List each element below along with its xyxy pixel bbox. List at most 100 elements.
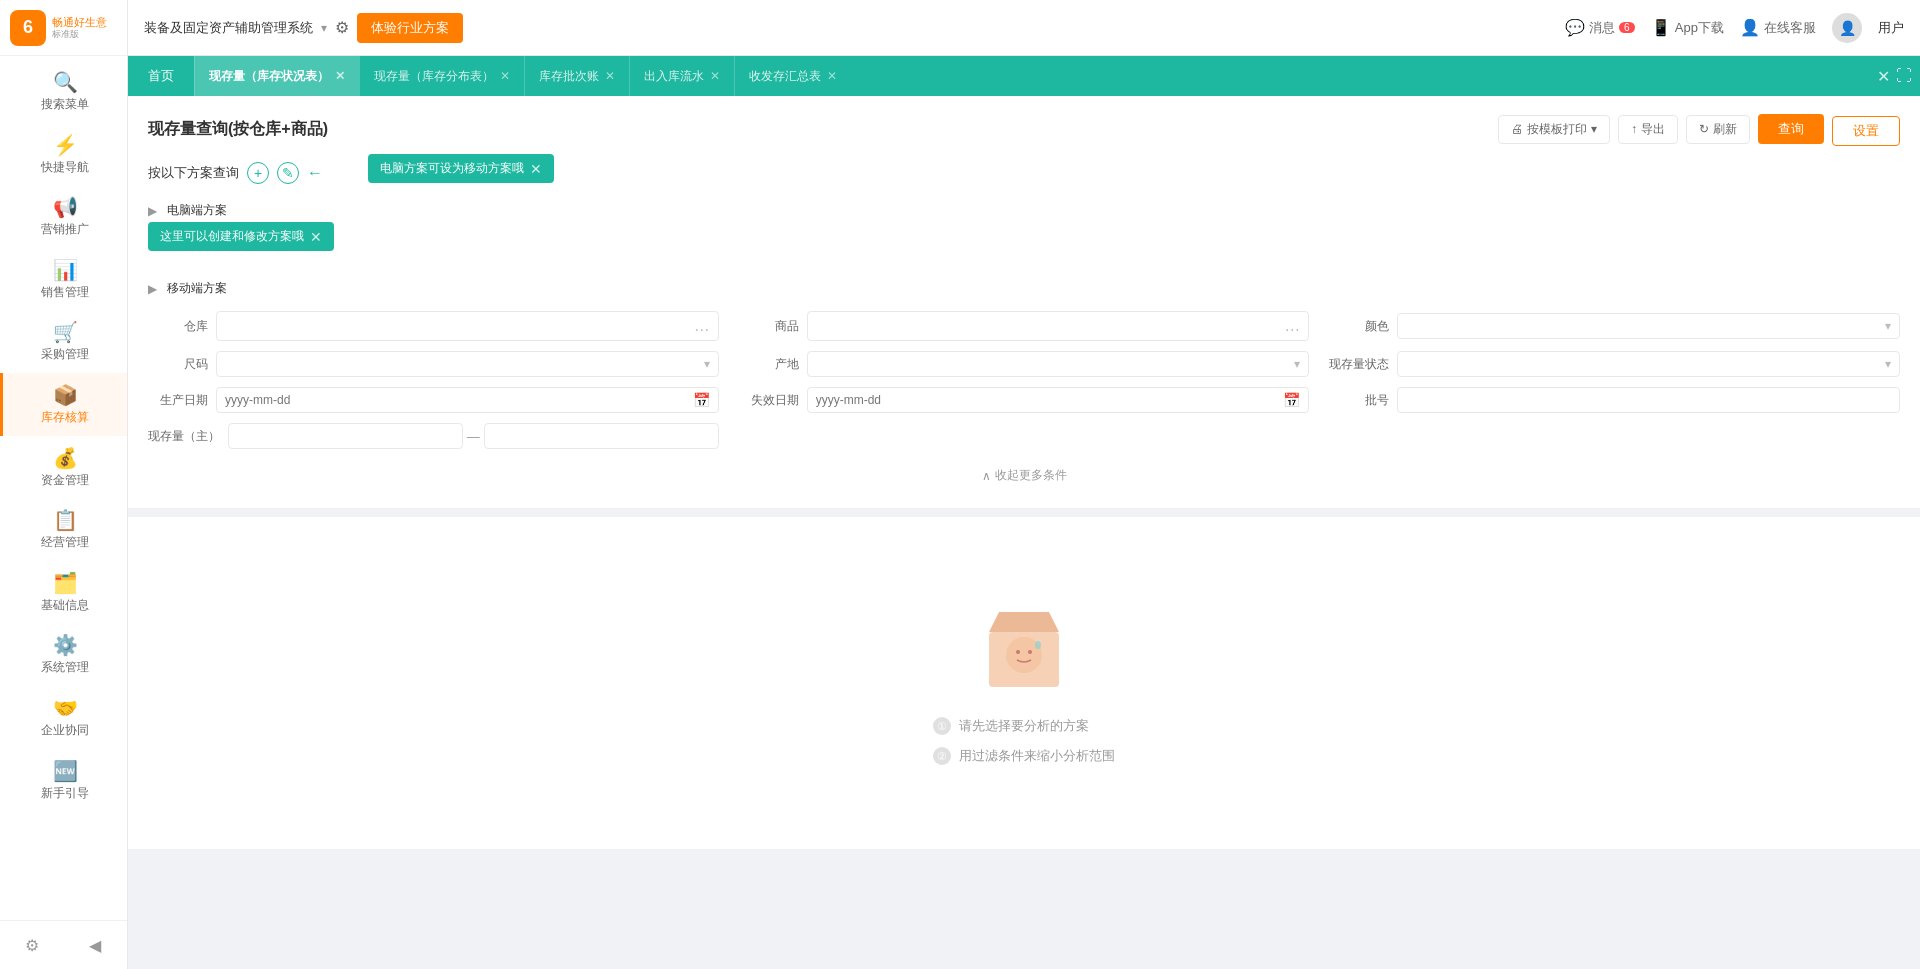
avatar[interactable]: 👤 bbox=[1832, 13, 1862, 43]
sidebar-item-operations[interactable]: 📋 经营管理 bbox=[0, 498, 127, 561]
gear-icon[interactable]: ⚙ bbox=[335, 18, 349, 37]
sales-icon: 📊 bbox=[53, 258, 78, 282]
scheme-section: ▶ 电脑端方案 ▶ 按照品 这里可以创建和修改方案哦 ✕ bbox=[148, 196, 1900, 311]
notification-btn[interactable]: 💬 消息 6 bbox=[1565, 18, 1635, 37]
filter-edit-btn[interactable]: ✎ bbox=[277, 162, 299, 184]
tab-expand-btn[interactable]: ⛶ bbox=[1896, 67, 1912, 85]
main-content: 装备及固定资产辅助管理系统 ▾ ⚙ 体验行业方案 💬 消息 6 📱 App下载 … bbox=[128, 0, 1920, 969]
goods-select[interactable]: … bbox=[807, 311, 1310, 341]
svg-marker-1 bbox=[989, 612, 1059, 632]
size-arrow-icon: ▾ bbox=[704, 357, 710, 371]
mobile-scheme-label[interactable]: 移动端方案 bbox=[163, 278, 231, 299]
app-download-label: App下载 bbox=[1675, 19, 1724, 37]
goods-more-icon[interactable]: … bbox=[1284, 317, 1300, 335]
tab-home[interactable]: 首页 bbox=[128, 56, 194, 96]
sidebar-label-sales: 销售管理 bbox=[41, 285, 89, 301]
tab-close-inout-flow[interactable]: ✕ bbox=[710, 69, 720, 83]
expiry-date-wrap: 📅 bbox=[807, 387, 1310, 413]
tab-close-inventory-status[interactable]: ✕ bbox=[335, 69, 345, 83]
tab-close-all-btn[interactable]: ✕ bbox=[1877, 67, 1890, 86]
sidebar-item-inventory[interactable]: 📦 库存核算 bbox=[0, 373, 127, 436]
sidebar-item-purchase[interactable]: 🛒 采购管理 bbox=[0, 310, 127, 373]
color-select[interactable]: ▾ bbox=[1397, 313, 1900, 339]
tooltip-edit-close[interactable]: ✕ bbox=[310, 229, 322, 245]
sidebar-item-quick-nav[interactable]: ⚡ 快捷导航 bbox=[0, 123, 127, 186]
tooltip-pc-close[interactable]: ✕ bbox=[530, 161, 542, 177]
sidebar-item-marketing[interactable]: 📢 营销推广 bbox=[0, 185, 127, 248]
sidebar-settings-btn[interactable]: ⚙ bbox=[16, 929, 48, 961]
logo-title: 畅通好生意 bbox=[52, 15, 107, 29]
empty-step-1-text: 请先选择要分析的方案 bbox=[959, 713, 1089, 739]
search-btn[interactable]: 查询 bbox=[1758, 114, 1824, 144]
sidebar-label-guide: 新手引导 bbox=[41, 786, 89, 802]
scheme-desktop-row: ▶ 电脑端方案 bbox=[148, 200, 1900, 221]
sidebar-label-finance: 资金管理 bbox=[41, 473, 89, 489]
tab-inventory-dist[interactable]: 现存量（库存分布表） ✕ bbox=[359, 56, 524, 96]
purchase-icon: 🛒 bbox=[53, 320, 78, 344]
settings-btn[interactable]: 设置 bbox=[1832, 116, 1900, 146]
tab-close-batch-account[interactable]: ✕ bbox=[605, 69, 615, 83]
sidebar-item-system[interactable]: ⚙️ 系统管理 bbox=[0, 623, 127, 686]
industry-btn[interactable]: 体验行业方案 bbox=[357, 13, 463, 43]
print-template-btn[interactable]: 🖨 按模板打印 ▾ bbox=[1498, 115, 1610, 144]
production-date-input[interactable] bbox=[225, 393, 693, 407]
tab-close-inventory-dist[interactable]: ✕ bbox=[500, 69, 510, 83]
app-download-btn[interactable]: 📱 App下载 bbox=[1651, 18, 1724, 37]
inventory-status-label: 现存量状态 bbox=[1329, 356, 1389, 373]
system-title-dropdown[interactable]: ▾ bbox=[321, 21, 327, 35]
inventory-qty-to[interactable] bbox=[484, 423, 719, 449]
sidebar-item-basic-info[interactable]: 🗂️ 基础信息 bbox=[0, 561, 127, 624]
inventory-qty-range: — bbox=[228, 423, 719, 449]
sidebar-item-guide[interactable]: 🆕 新手引导 bbox=[0, 749, 127, 812]
empty-text: ① 请先选择要分析的方案 ② 用过滤条件来缩小分析范围 bbox=[933, 713, 1115, 769]
color-arrow-icon: ▾ bbox=[1885, 319, 1891, 333]
sidebar-item-search[interactable]: 🔍 搜索菜单 bbox=[0, 60, 127, 123]
filter-header: 按以下方案查询 + ✎ ← 电脑方案可设为移动方案哦 ✕ bbox=[148, 162, 1900, 184]
expiry-date-label: 失效日期 bbox=[739, 392, 799, 409]
inventory-qty-from[interactable] bbox=[228, 423, 463, 449]
origin-select[interactable]: ▾ bbox=[807, 351, 1310, 377]
desktop-arrow[interactable]: ▶ bbox=[148, 204, 157, 218]
filter-add-btn[interactable]: + bbox=[247, 162, 269, 184]
warehouse-select[interactable]: … bbox=[216, 311, 719, 341]
size-select[interactable]: ▾ bbox=[216, 351, 719, 377]
collapse-btn[interactable]: ∧ 收起更多条件 bbox=[970, 463, 1079, 488]
mobile-arrow[interactable]: ▶ bbox=[148, 282, 157, 296]
tab-collect-summary[interactable]: 收发存汇总表 ✕ bbox=[734, 56, 851, 96]
expiry-date-input[interactable] bbox=[816, 393, 1284, 407]
lightning-icon: ⚡ bbox=[53, 133, 78, 157]
sidebar-collapse-btn[interactable]: ◀ bbox=[79, 929, 111, 961]
inventory-status-select[interactable]: ▾ bbox=[1397, 351, 1900, 377]
export-icon: ↑ bbox=[1631, 122, 1637, 136]
message-icon: 💬 bbox=[1565, 18, 1585, 37]
tooltip-pc-scheme: 电脑方案可设为移动方案哦 ✕ bbox=[368, 154, 554, 183]
phone-icon: 📱 bbox=[1651, 18, 1671, 37]
username: 用户 bbox=[1878, 19, 1904, 37]
sidebar-item-enterprise[interactable]: 🤝 企业协同 bbox=[0, 686, 127, 749]
calendar-icon-2[interactable]: 📅 bbox=[1283, 392, 1300, 408]
sidebar-item-sales[interactable]: 📊 销售管理 bbox=[0, 248, 127, 311]
calendar-icon-1[interactable]: 📅 bbox=[693, 392, 710, 408]
page-title: 现存量查询(按仓库+商品) bbox=[148, 119, 328, 140]
tab-inout-flow[interactable]: 出入库流水 ✕ bbox=[629, 56, 734, 96]
service-icon: 👤 bbox=[1740, 18, 1760, 37]
filter-back-arrow[interactable]: ← bbox=[307, 164, 323, 182]
export-btn[interactable]: ↑ 导出 bbox=[1618, 115, 1678, 144]
desktop-scheme-label[interactable]: 电脑端方案 bbox=[163, 200, 231, 221]
tab-close-collect-summary[interactable]: ✕ bbox=[827, 69, 837, 83]
batch-no-input[interactable] bbox=[1397, 387, 1900, 413]
logo-icon: 6 bbox=[10, 10, 46, 46]
sidebar-item-finance[interactable]: 💰 资金管理 bbox=[0, 436, 127, 499]
tooltip-edit-scheme: 这里可以创建和修改方案哦 ✕ bbox=[148, 222, 334, 251]
online-service-btn[interactable]: 👤 在线客服 bbox=[1740, 18, 1816, 37]
tab-batch-account[interactable]: 库存批次账 ✕ bbox=[524, 56, 629, 96]
scheme-desktop-sub: ▶ 按照品 bbox=[164, 225, 1900, 246]
logo-badge: 标准版 bbox=[52, 29, 107, 41]
refresh-btn[interactable]: ↻ 刷新 bbox=[1686, 115, 1750, 144]
tab-inventory-status[interactable]: 现存量（库存状况表） ✕ bbox=[194, 56, 359, 96]
field-batch-no: 批号 bbox=[1329, 387, 1900, 413]
field-size: 尺码 ▾ bbox=[148, 351, 719, 377]
svg-point-3 bbox=[1016, 650, 1020, 654]
warehouse-more-icon[interactable]: … bbox=[694, 317, 710, 335]
top-header: 装备及固定资产辅助管理系统 ▾ ⚙ 体验行业方案 💬 消息 6 📱 App下载 … bbox=[128, 0, 1920, 56]
